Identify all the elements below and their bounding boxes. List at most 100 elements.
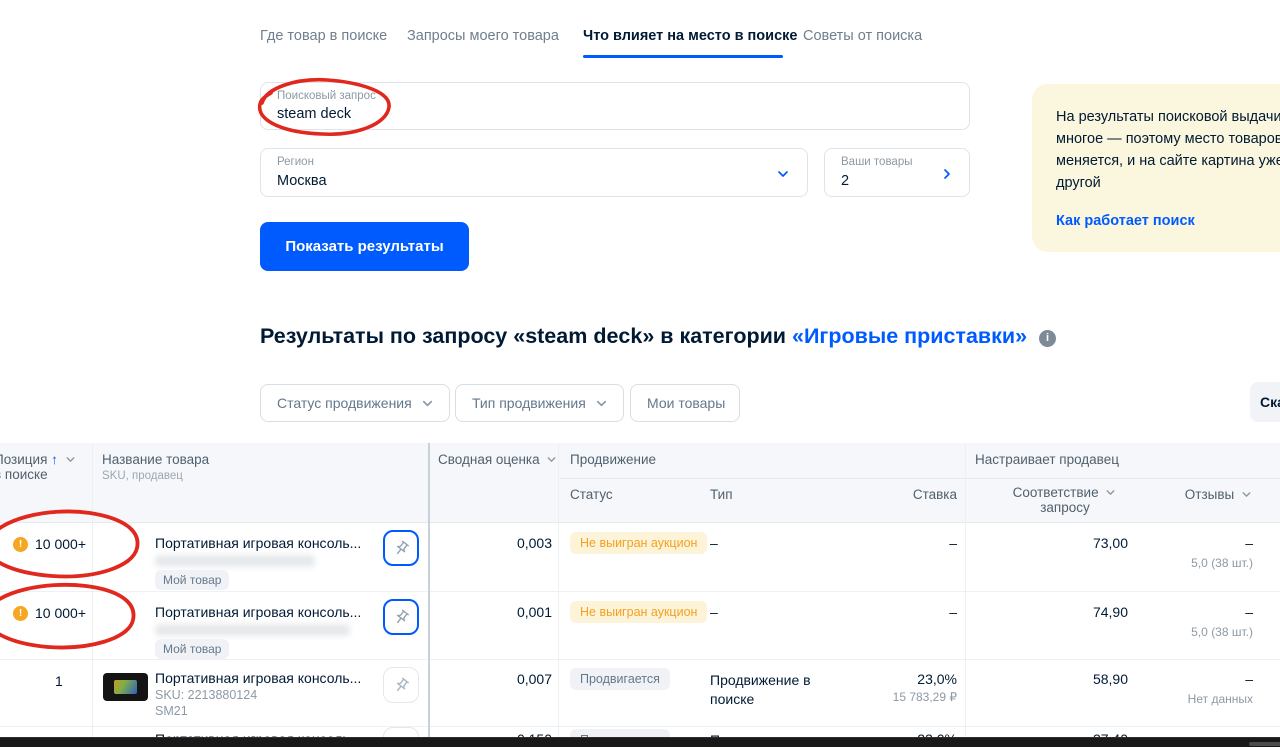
region-value: Москва [277,173,327,189]
filter-promo-status[interactable]: Статус продвижения [260,384,450,422]
download-button[interactable]: Скачать [1250,382,1280,422]
pushpin-icon [396,540,409,554]
col-reviews-label: Отзывы [1184,487,1235,502]
row-position: 10 000+ [35,536,86,552]
bottom-dark-bar [0,737,1280,747]
row-seller: SM21 [155,704,188,718]
header-group-divider [558,478,1280,479]
chevron-down-icon [1242,492,1251,497]
filter-my-items-label: Мои товары [647,395,726,411]
row-bid: 23,0% [917,671,957,687]
seller-analytics-page: Где товар в поиске Запросы моего товара … [0,0,1280,747]
how-search-works-link[interactable]: Как работает поиск [1056,210,1195,232]
warning-icon: ! [13,606,28,621]
col-name-sublabel: SKU, продавец [102,470,183,482]
filter-my-items[interactable]: Мои товары [630,384,741,422]
chevron-down-icon [778,171,788,177]
row-match: 74,90 [1092,604,1128,620]
results-heading-text: Результаты по запросу «steam deck» в кат… [260,324,787,348]
your-products-box[interactable]: Ваши товары 2 [824,148,970,197]
col-position-label: Позиция [0,452,48,467]
status-badge: Не выигран аукцион [570,532,708,554]
col-position-header[interactable]: Позиция ↑ в поиске [0,452,77,482]
pin-button[interactable] [383,530,419,566]
info-line: многое — поэтому место товаров [1056,131,1280,147]
col-status-header: Статус [570,487,613,502]
col-type-header: Тип [710,487,733,502]
search-query-field[interactable]: Поисковый запрос [260,82,970,130]
row-reviews: – [1245,535,1253,551]
col-match-label: Соответствие [1012,485,1099,500]
row-bid: – [949,604,957,620]
table-row[interactable]: ! 10 000+ Портативная игровая консоль...… [0,592,1280,660]
sort-asc-icon: ↑ [51,452,58,467]
col-name-label: Название товара [102,452,210,467]
chevron-down-icon [422,400,432,406]
chevron-right-icon [944,169,950,179]
col-score-label: Сводная оценка [438,452,540,467]
blurred-sku [155,624,350,636]
tab-what-affects-rank[interactable]: Что влияет на место в поиске [583,28,797,44]
info-line: другой [1056,175,1101,191]
search-query-input[interactable] [277,106,844,122]
your-products-label: Ваши товары [841,156,913,168]
table-row[interactable]: 1 Портативная игровая консоль... SKU: 22… [0,660,1280,727]
region-label: Регион [277,156,314,168]
my-item-badge: Мой товар [155,639,230,659]
col-bid-header: Ставка [912,487,957,502]
filter-promo-type[interactable]: Тип продвижения [455,384,624,422]
chevron-down-icon [596,400,606,406]
tab-where-product[interactable]: Где товар в поиске [260,28,387,44]
row-match: 58,90 [1092,671,1128,687]
col-score-header[interactable]: Сводная оценка [438,452,558,467]
status-badge: Продвигается [570,668,670,690]
pushpin-icon [396,609,409,623]
col-match-header[interactable]: Соответствие запросу [990,485,1140,515]
pushpin-icon [396,677,409,691]
info-line: меняется, и на сайте картина уже [1056,153,1280,169]
results-heading: Результаты по запросу «steam deck» в кат… [260,324,1057,349]
fixed-column-divider [428,443,430,737]
chevron-down-icon [1106,490,1115,495]
row-position: 10 000+ [35,605,86,621]
col-reviews-header[interactable]: Отзывы [1138,487,1253,502]
row-bid: – [949,535,957,551]
pin-button[interactable] [383,667,419,703]
filter-promo-status-label: Статус продвижения [277,395,412,411]
product-name-link[interactable]: Портативная игровая консоль... [155,670,361,686]
group-promo-header: Продвижение [570,452,657,467]
pin-button[interactable] [383,599,419,635]
row-score: 0,003 [516,535,552,551]
column-divider [92,443,93,737]
product-name-link[interactable]: Портативная игровая консоль... [155,535,361,551]
row-reviews-sub: 5,0 (38 шт.) [1191,625,1253,639]
console-screen [114,680,137,694]
group-seller-header: Настраивает продавец [975,452,1119,467]
search-query-label: Поисковый запрос [277,90,376,102]
column-divider [965,443,966,737]
category-link[interactable]: «Игровые приставки» [792,324,1027,348]
row-reviews-sub: Нет данных [1187,692,1253,706]
row-promo-type: – [710,535,718,551]
region-select[interactable]: Регион Москва [260,148,808,197]
row-promo-type: – [710,604,718,620]
table-row[interactable]: ! 10 000+ Портативная игровая консоль...… [0,523,1280,592]
row-reviews: – [1245,604,1253,620]
product-name-link[interactable]: Портативная игровая консоль... [155,604,361,620]
active-tab-underline [583,55,783,58]
tab-search-tips[interactable]: Советы от поиска [803,28,922,44]
row-position: 1 [55,673,63,689]
product-thumbnail [103,673,148,701]
row-bid-sub: 15 783,29 ₽ [892,690,957,704]
warning-icon: ! [13,537,28,552]
col-name-header: Название товара SKU, продавец [102,452,209,482]
results-table: Позиция ↑ в поиске Название товара SKU, … [0,443,1280,747]
row-promo-type: Продвижение в поиске [710,672,811,707]
table-header: Позиция ↑ в поиске Название товара SKU, … [0,443,1280,523]
show-results-button[interactable]: Показать результаты [260,222,469,271]
chevron-down-icon [66,457,75,462]
tab-my-product-queries[interactable]: Запросы моего товара [407,28,559,44]
info-line: На результаты поисковой выдачи [1056,109,1280,125]
info-icon[interactable]: i [1039,330,1057,347]
column-divider [558,443,559,737]
